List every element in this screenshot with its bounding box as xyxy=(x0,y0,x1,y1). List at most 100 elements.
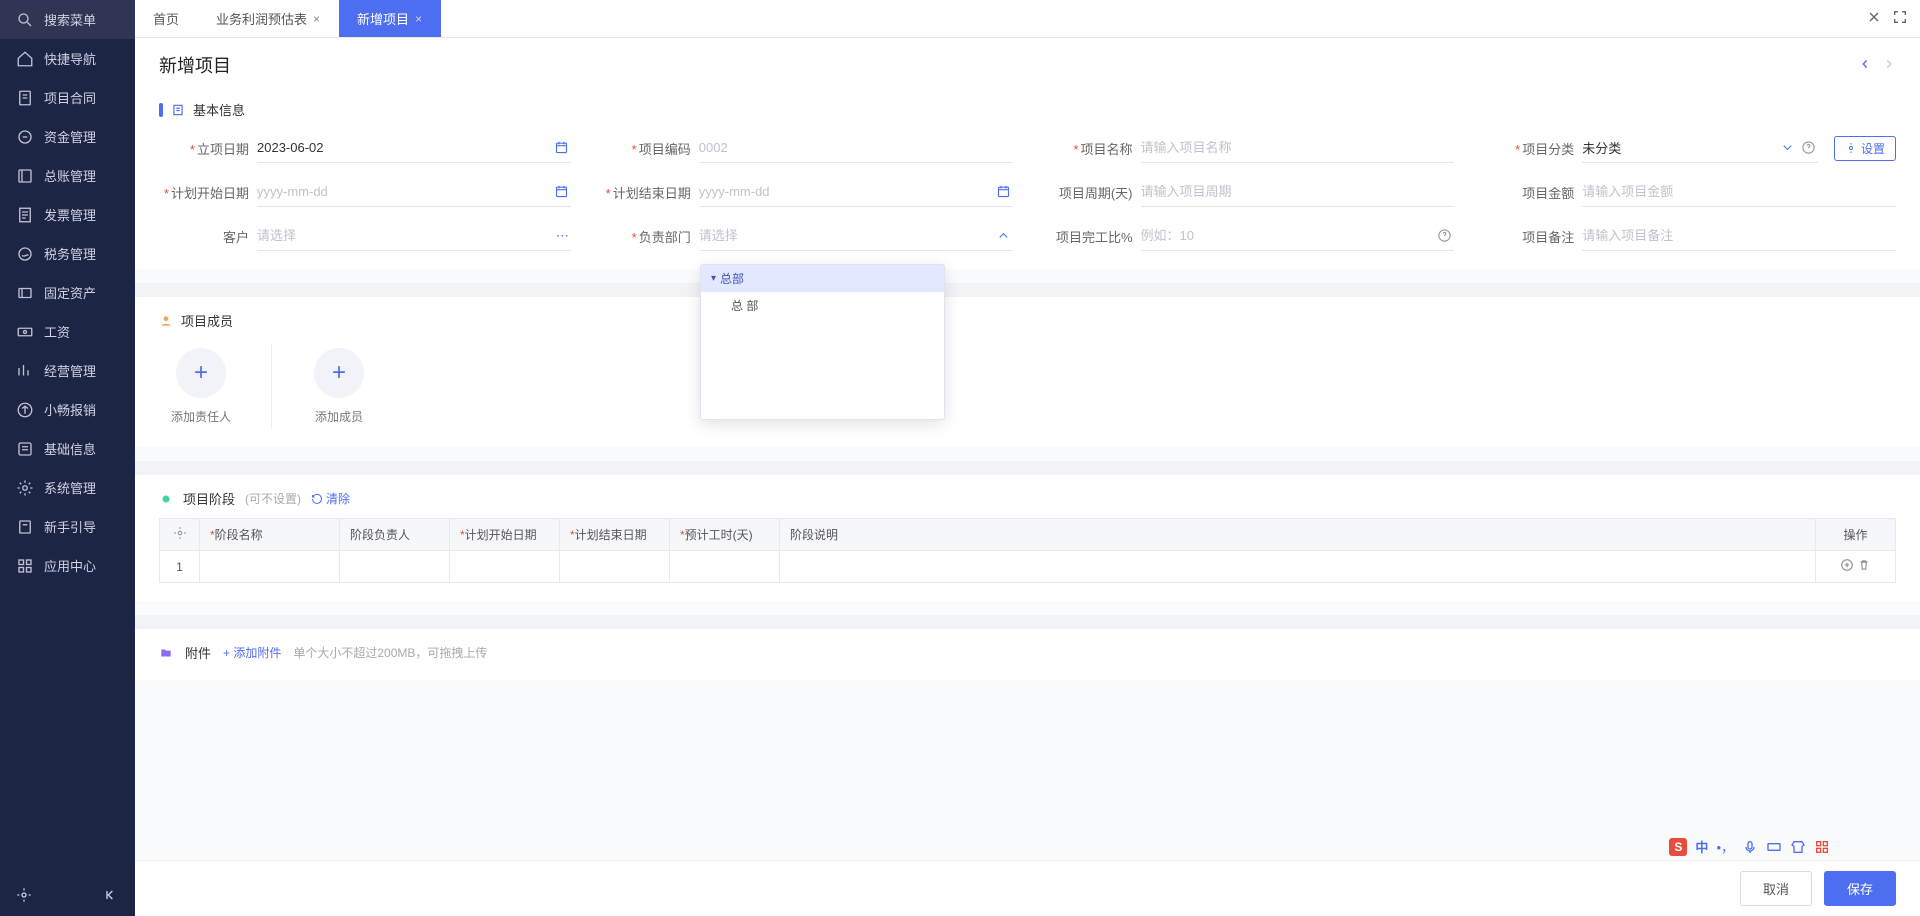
attach-note: 单个大小不超过200MB，可拖拽上传 xyxy=(293,644,487,661)
ime-keyboard-icon[interactable] xyxy=(1766,839,1782,855)
section-mark xyxy=(159,103,163,117)
complete-pct-input[interactable] xyxy=(1141,228,1455,243)
sidebar-item-info[interactable]: 基础信息 xyxy=(0,429,135,468)
sidebar-item-apps[interactable]: 应用中心 xyxy=(0,546,135,585)
stage-table: *阶段名称 阶段负责人 *计划开始日期 *计划结束日期 *预计工时(天) 阶段说… xyxy=(159,518,1896,583)
sidebar-search[interactable]: 搜索菜单 xyxy=(0,0,135,39)
calendar-icon[interactable] xyxy=(554,184,569,199)
sidebar-item-fund[interactable]: 资金管理 xyxy=(0,117,135,156)
col-header: 计划结束日期 xyxy=(575,528,647,542)
stage-desc-cell[interactable] xyxy=(780,551,1816,583)
sidebar-item-guide[interactable]: 新手引导 xyxy=(0,507,135,546)
guide-icon xyxy=(16,518,34,536)
plan-start-input[interactable] xyxy=(257,184,571,199)
sidebar-item-sys[interactable]: 系统管理 xyxy=(0,468,135,507)
amount-input[interactable] xyxy=(1582,184,1896,199)
sidebar-item-label: 工资 xyxy=(44,322,70,341)
sidebar-item-tax[interactable]: 税务管理 xyxy=(0,234,135,273)
dropdown-item-parent[interactable]: ▾总部 xyxy=(701,265,944,292)
add-row-icon[interactable] xyxy=(1840,561,1854,575)
ime-grid-icon[interactable] xyxy=(1814,839,1830,855)
wallet-icon xyxy=(16,128,34,146)
ime-skin-icon[interactable] xyxy=(1790,839,1806,855)
sidebar-item-invoice[interactable]: 发票管理 xyxy=(0,195,135,234)
dept-dropdown: ▾总部 总 部 xyxy=(700,264,945,420)
tab-home[interactable]: 首页 xyxy=(135,0,198,37)
stage-hours-cell[interactable] xyxy=(670,551,780,583)
file-icon xyxy=(16,89,34,107)
add-responsible-button[interactable]: + xyxy=(176,348,226,398)
add-member-button[interactable]: + xyxy=(314,348,364,398)
stage-owner-cell[interactable] xyxy=(340,551,450,583)
col-header: 计划开始日期 xyxy=(465,528,537,542)
stage-end-cell[interactable] xyxy=(560,551,670,583)
tax-icon xyxy=(16,245,34,263)
add-attach-button[interactable]: + 添加附件 xyxy=(223,644,281,661)
period-input[interactable] xyxy=(1141,184,1455,199)
next-icon[interactable] xyxy=(1882,57,1896,74)
close-icon[interactable]: × xyxy=(415,12,422,26)
section-title: 基本信息 xyxy=(193,100,245,119)
sidebar-item-label: 项目合同 xyxy=(44,88,96,107)
sidebar-item-label: 固定资产 xyxy=(44,283,96,302)
help-icon[interactable] xyxy=(1437,228,1452,243)
sidebar-item-label: 新手引导 xyxy=(44,517,96,536)
dept-select[interactable] xyxy=(699,228,1013,243)
field-label: 立项日期 xyxy=(197,142,249,157)
ime-lang[interactable]: 中 xyxy=(1695,837,1708,856)
calendar-icon[interactable] xyxy=(996,184,1011,199)
remark-input[interactable] xyxy=(1582,228,1896,243)
proj-name-input[interactable] xyxy=(1141,140,1455,155)
sidebar-item-ledger[interactable]: 总账管理 xyxy=(0,156,135,195)
sidebar-item-quicknav[interactable]: 快捷导航 xyxy=(0,39,135,78)
sidebar-item-project[interactable]: 项目合同 xyxy=(0,78,135,117)
sidebar-item-reimb[interactable]: 小畅报销 xyxy=(0,390,135,429)
more-icon[interactable]: ⋯ xyxy=(556,228,569,244)
field-label: 计划开始日期 xyxy=(171,186,249,201)
create-date-input[interactable] xyxy=(257,140,571,155)
chevron-up-icon[interactable] xyxy=(996,228,1011,243)
ime-punct-icon[interactable]: •， xyxy=(1716,837,1734,856)
cancel-button[interactable]: 取消 xyxy=(1740,871,1812,906)
stage-note: (可不设置) xyxy=(245,490,301,507)
customer-select[interactable] xyxy=(257,228,571,243)
proj-code-input[interactable] xyxy=(699,140,1013,155)
plan-end-input[interactable] xyxy=(699,184,1013,199)
delete-row-icon[interactable] xyxy=(1857,561,1871,575)
gear-icon[interactable] xyxy=(16,887,32,906)
field-label: 项目备注 xyxy=(1522,230,1574,245)
chevron-down-icon[interactable] xyxy=(1780,140,1795,155)
search-icon xyxy=(16,11,34,29)
ime-mic-icon[interactable] xyxy=(1742,839,1758,855)
collapse-icon[interactable] xyxy=(103,887,119,906)
prev-icon[interactable] xyxy=(1858,57,1872,74)
close-all-icon[interactable] xyxy=(1866,9,1882,28)
sidebar-item-label: 总账管理 xyxy=(44,166,96,185)
clear-stages-button[interactable]: 清除 xyxy=(311,490,350,507)
caret-down-icon: ▾ xyxy=(711,273,716,284)
save-button[interactable]: 保存 xyxy=(1824,871,1896,906)
ime-logo[interactable]: S xyxy=(1669,838,1687,856)
close-icon[interactable]: × xyxy=(313,12,320,26)
biz-icon xyxy=(16,362,34,380)
calendar-icon[interactable] xyxy=(554,140,569,155)
field-label: 负责部门 xyxy=(639,230,691,245)
home-icon xyxy=(16,50,34,68)
tab-profit[interactable]: 业务利润预估表 × xyxy=(198,0,339,37)
tabbar: 首页 业务利润预估表 × 新增项目× xyxy=(135,0,1920,38)
help-icon[interactable] xyxy=(1801,140,1816,155)
sidebar-item-salary[interactable]: 工资 xyxy=(0,312,135,351)
stage-start-cell[interactable] xyxy=(450,551,560,583)
apps-icon xyxy=(16,557,34,575)
sidebar-item-asset[interactable]: 固定资产 xyxy=(0,273,135,312)
fullscreen-icon[interactable] xyxy=(1892,9,1908,28)
tab-label: 业务利润预估表 xyxy=(216,9,307,28)
dropdown-item-child[interactable]: 总 部 xyxy=(701,292,944,319)
gear-icon[interactable] xyxy=(173,526,187,540)
setting-button[interactable]: 设置 xyxy=(1834,136,1896,161)
sidebar-item-biz[interactable]: 经营管理 xyxy=(0,351,135,390)
tab-newproject[interactable]: 新增项目× xyxy=(339,0,441,37)
section-title: 附件 xyxy=(185,643,211,662)
stage-name-cell[interactable] xyxy=(200,551,340,583)
table-row[interactable]: 1 xyxy=(160,551,1896,583)
